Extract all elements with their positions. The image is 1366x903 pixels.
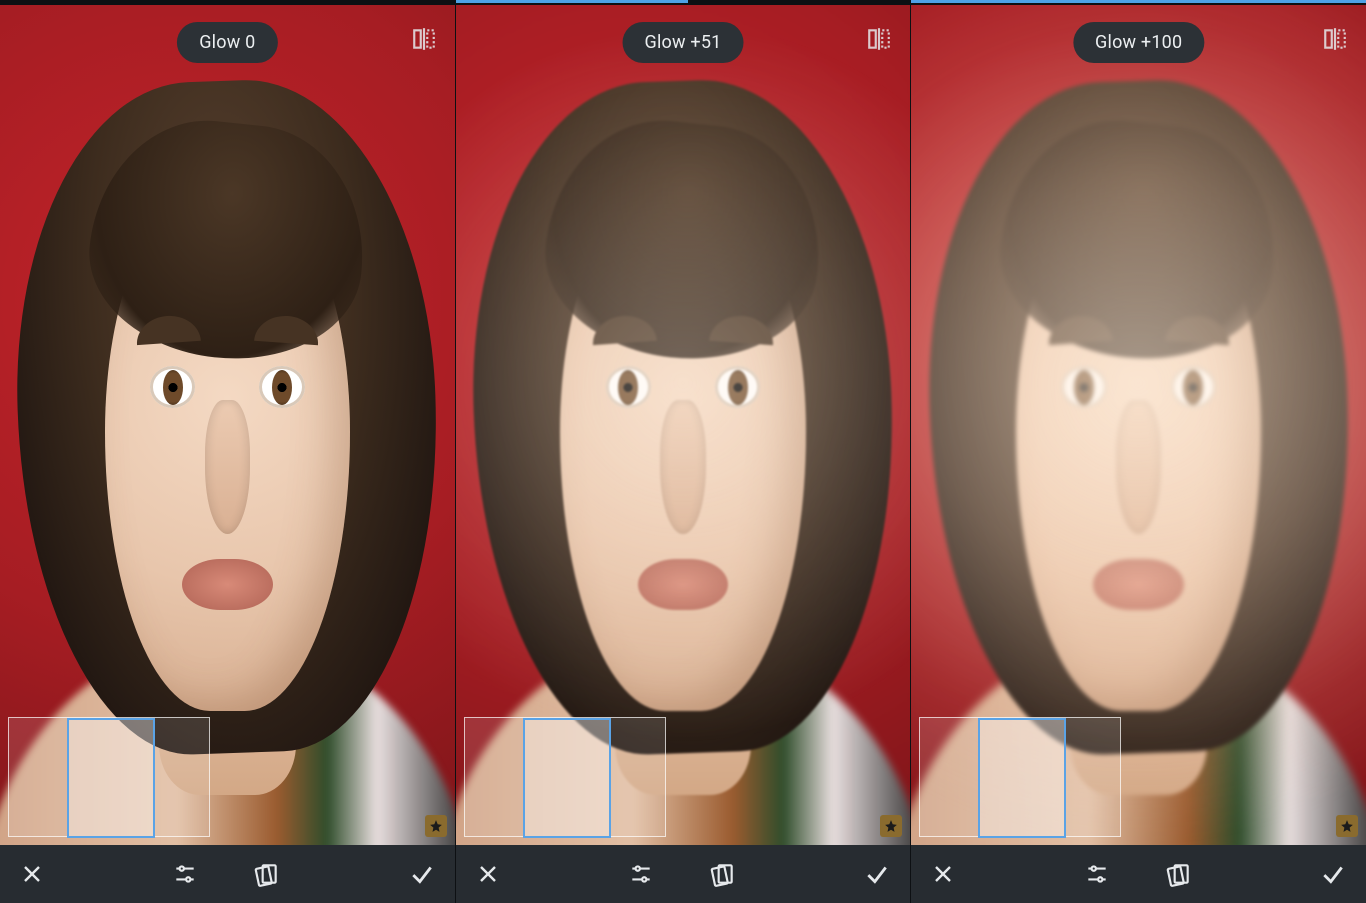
navigator-viewport[interactable] xyxy=(67,718,155,838)
parameter-value-label: Glow +100 xyxy=(1095,32,1182,53)
adjust-button[interactable] xyxy=(1084,861,1110,887)
parameter-value-label: Glow +51 xyxy=(645,32,722,53)
parameter-value-pill[interactable]: Glow +100 xyxy=(1073,22,1204,63)
styles-button[interactable] xyxy=(254,861,280,887)
editor-panel-1: Glow +51 xyxy=(455,0,911,903)
compare-icon[interactable] xyxy=(866,26,892,52)
star-icon[interactable] xyxy=(425,815,447,837)
adjust-button[interactable] xyxy=(172,861,198,887)
cancel-button[interactable] xyxy=(476,862,500,886)
apply-button[interactable] xyxy=(409,861,435,887)
cancel-button[interactable] xyxy=(20,862,44,886)
navigator-viewport[interactable] xyxy=(978,718,1066,838)
navigator-minimap[interactable] xyxy=(919,717,1121,837)
compare-icon[interactable] xyxy=(1322,26,1348,52)
comparison-row: Glow 0 Glow xyxy=(0,0,1366,903)
parameter-value-label: Glow 0 xyxy=(199,32,255,53)
top-slider-fill xyxy=(911,0,1366,3)
apply-button[interactable] xyxy=(1320,861,1346,887)
bottom-toolbar xyxy=(0,845,455,903)
styles-button[interactable] xyxy=(1166,861,1192,887)
bottom-toolbar xyxy=(456,845,911,903)
parameter-value-pill[interactable]: Glow +51 xyxy=(623,22,744,63)
cancel-button[interactable] xyxy=(931,862,955,886)
top-slider-fill xyxy=(456,0,688,3)
navigator-minimap[interactable] xyxy=(8,717,210,837)
editor-panel-2: Glow +100 xyxy=(910,0,1366,903)
star-icon[interactable] xyxy=(1336,815,1358,837)
top-slider-track[interactable] xyxy=(0,0,455,5)
apply-button[interactable] xyxy=(864,861,890,887)
editor-panel-0: Glow 0 xyxy=(0,0,455,903)
star-icon[interactable] xyxy=(880,815,902,837)
navigator-viewport[interactable] xyxy=(523,718,611,838)
navigator-minimap[interactable] xyxy=(464,717,666,837)
styles-button[interactable] xyxy=(710,861,736,887)
compare-icon[interactable] xyxy=(411,26,437,52)
adjust-button[interactable] xyxy=(628,861,654,887)
parameter-value-pill[interactable]: Glow 0 xyxy=(177,22,277,63)
bottom-toolbar xyxy=(911,845,1366,903)
